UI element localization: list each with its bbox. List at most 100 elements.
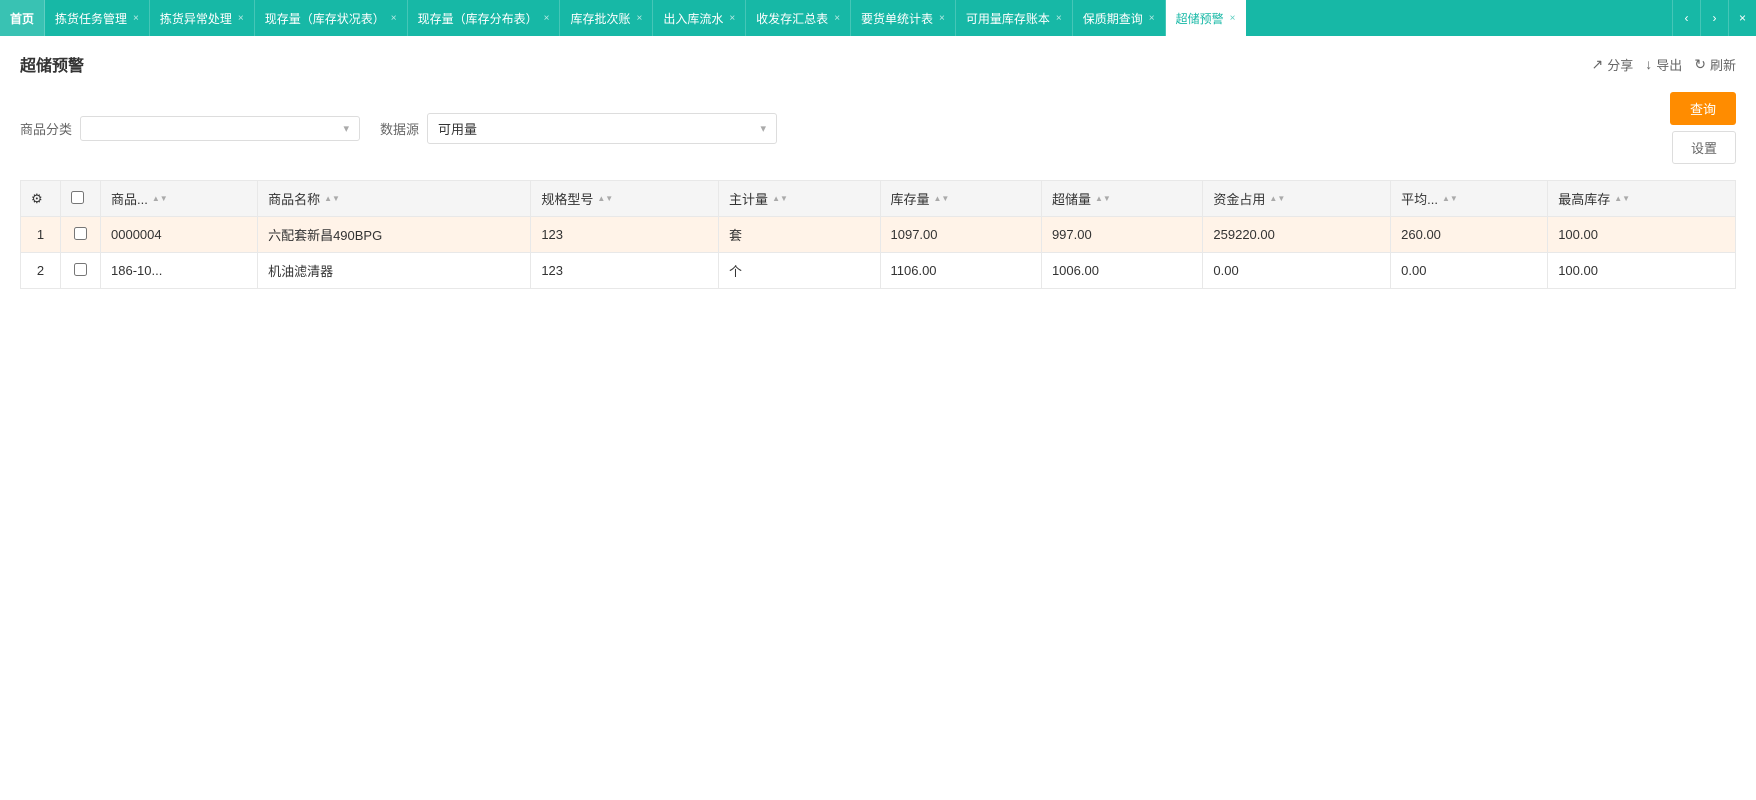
th-gear: ⚙ (21, 181, 61, 217)
row-checkbox[interactable] (74, 227, 87, 240)
export-icon: ↓ (1645, 56, 1652, 72)
nav-home[interactable]: 首页 (0, 0, 45, 36)
select-all-checkbox[interactable] (71, 191, 84, 204)
row-max-stock: 100.00 (1548, 253, 1736, 289)
datasource-filter-group: 数据源 可用量 ▾ (380, 113, 777, 144)
sort-stock-icon[interactable]: ▲▼ (934, 194, 950, 203)
close-expiry-query-icon[interactable]: × (1149, 13, 1155, 24)
category-label: 商品分类 (20, 119, 72, 138)
th-checkbox (61, 181, 101, 217)
gear-icon[interactable]: ⚙ (31, 191, 43, 206)
row-checkbox-cell (61, 253, 101, 289)
datasource-value: 可用量 (438, 119, 477, 138)
top-nav: 首页 拣货任务管理 × 拣货异常处理 × 现存量（库存状况表） × 现存量（库存… (0, 0, 1756, 36)
th-overstock: 超储量 ▲▼ (1041, 181, 1202, 217)
sort-product-name-icon[interactable]: ▲▼ (324, 194, 340, 203)
close-stock-status-icon[interactable]: × (391, 13, 397, 24)
filter-and-buttons: 商品分类 ▾ 数据源 可用量 ▾ 查询 设置 (20, 92, 1736, 164)
table-row: 1 0000004 六配套新昌490BPG 123 套 1097.00 997.… (21, 217, 1736, 253)
close-overstock-warning-icon[interactable]: × (1230, 13, 1236, 24)
close-pick-exception-icon[interactable]: × (238, 13, 244, 24)
refresh-icon: ↻ (1694, 56, 1706, 73)
nav-arrows: ‹ › × (1672, 0, 1756, 36)
th-product-name: 商品名称 ▲▼ (258, 181, 531, 217)
close-order-stat-icon[interactable]: × (939, 13, 945, 24)
row-unit: 个 (719, 253, 880, 289)
datasource-chevron-icon: ▾ (761, 122, 767, 135)
row-product-code: 0000004 (101, 217, 258, 253)
export-button[interactable]: ↓ 导出 (1645, 55, 1682, 74)
close-summary-icon[interactable]: × (834, 13, 840, 24)
th-stock: 库存量 ▲▼ (880, 181, 1041, 217)
nav-batch-account[interactable]: 库存批次账 × (560, 0, 653, 36)
sort-unit-icon[interactable]: ▲▼ (772, 194, 788, 203)
table-header-row: ⚙ 商品... ▲▼ 商品名称 ▲▼ (21, 181, 1736, 217)
nav-summary[interactable]: 收发存汇总表 × (746, 0, 851, 36)
sort-product-code-icon[interactable]: ▲▼ (152, 194, 168, 203)
row-avg: 260.00 (1391, 217, 1548, 253)
category-chevron-icon: ▾ (343, 122, 349, 135)
close-batch-account-icon[interactable]: × (636, 13, 642, 24)
th-overstock-label: 超储量 (1052, 189, 1091, 208)
nav-arrow-left[interactable]: ‹ (1672, 0, 1700, 36)
row-unit: 套 (719, 217, 880, 253)
row-stock: 1106.00 (880, 253, 1041, 289)
th-product-code: 商品... ▲▼ (101, 181, 258, 217)
header-actions: ↗ 分享 ↓ 导出 ↻ 刷新 (1591, 55, 1736, 74)
sort-max-stock-icon[interactable]: ▲▼ (1614, 194, 1630, 203)
row-checkbox[interactable] (74, 263, 87, 276)
nav-overstock-warning[interactable]: 超储预警 × (1166, 0, 1247, 36)
th-stock-label: 库存量 (891, 189, 930, 208)
row-product-name: 机油滤清器 (258, 253, 531, 289)
nav-inout-flow[interactable]: 出入库流水 × (653, 0, 746, 36)
row-max-stock: 100.00 (1548, 217, 1736, 253)
row-num: 2 (21, 253, 61, 289)
th-capital: 资金占用 ▲▼ (1203, 181, 1391, 217)
nav-available-book[interactable]: 可用量库存账本 × (956, 0, 1073, 36)
filter-fields: 商品分类 ▾ 数据源 可用量 ▾ (20, 113, 1650, 144)
category-select[interactable]: ▾ (80, 116, 360, 141)
th-product-code-label: 商品... (111, 189, 148, 208)
nav-order-stat[interactable]: 要货单统计表 × (851, 0, 956, 36)
sort-spec-icon[interactable]: ▲▼ (597, 194, 613, 203)
nav-stock-dist[interactable]: 现存量（库存分布表） × (408, 0, 561, 36)
table-row: 2 186-10... 机油滤清器 123 个 1106.00 1006.00 … (21, 253, 1736, 289)
th-max-stock-label: 最高库存 (1558, 189, 1610, 208)
close-inout-flow-icon[interactable]: × (729, 13, 735, 24)
row-checkbox-cell (61, 217, 101, 253)
sort-avg-icon[interactable]: ▲▼ (1442, 194, 1458, 203)
row-capital: 259220.00 (1203, 217, 1391, 253)
data-table: ⚙ 商品... ▲▼ 商品名称 ▲▼ (20, 180, 1736, 289)
right-buttons: 查询 设置 (1670, 92, 1736, 164)
share-button[interactable]: ↗ 分享 (1591, 55, 1633, 74)
row-stock: 1097.00 (880, 217, 1041, 253)
row-spec: 123 (531, 253, 719, 289)
th-unit-label: 主计量 (729, 189, 768, 208)
row-product-name: 六配套新昌490BPG (258, 217, 531, 253)
datasource-select[interactable]: 可用量 ▾ (427, 113, 777, 144)
nav-pick-exception[interactable]: 拣货异常处理 × (150, 0, 255, 36)
row-overstock: 1006.00 (1041, 253, 1202, 289)
nav-pick-task[interactable]: 拣货任务管理 × (45, 0, 150, 36)
close-pick-task-icon[interactable]: × (133, 13, 139, 24)
th-unit: 主计量 ▲▼ (719, 181, 880, 217)
query-button[interactable]: 查询 (1670, 92, 1736, 125)
th-avg: 平均... ▲▼ (1391, 181, 1548, 217)
th-spec-label: 规格型号 (541, 189, 593, 208)
row-capital: 0.00 (1203, 253, 1391, 289)
nav-arrow-close[interactable]: × (1728, 0, 1756, 36)
nav-stock-status[interactable]: 现存量（库存状况表） × (255, 0, 408, 36)
th-product-name-label: 商品名称 (268, 189, 320, 208)
th-spec: 规格型号 ▲▼ (531, 181, 719, 217)
row-avg: 0.00 (1391, 253, 1548, 289)
share-icon: ↗ (1591, 56, 1603, 73)
close-available-book-icon[interactable]: × (1056, 13, 1062, 24)
settings-button[interactable]: 设置 (1672, 131, 1736, 164)
nav-expiry-query[interactable]: 保质期查询 × (1073, 0, 1166, 36)
nav-arrow-right[interactable]: › (1700, 0, 1728, 36)
sort-overstock-icon[interactable]: ▲▼ (1095, 194, 1111, 203)
page-title: 超储预警 (20, 52, 84, 76)
sort-capital-icon[interactable]: ▲▼ (1269, 194, 1285, 203)
refresh-button[interactable]: ↻ 刷新 (1694, 55, 1736, 74)
close-stock-dist-icon[interactable]: × (544, 13, 550, 24)
